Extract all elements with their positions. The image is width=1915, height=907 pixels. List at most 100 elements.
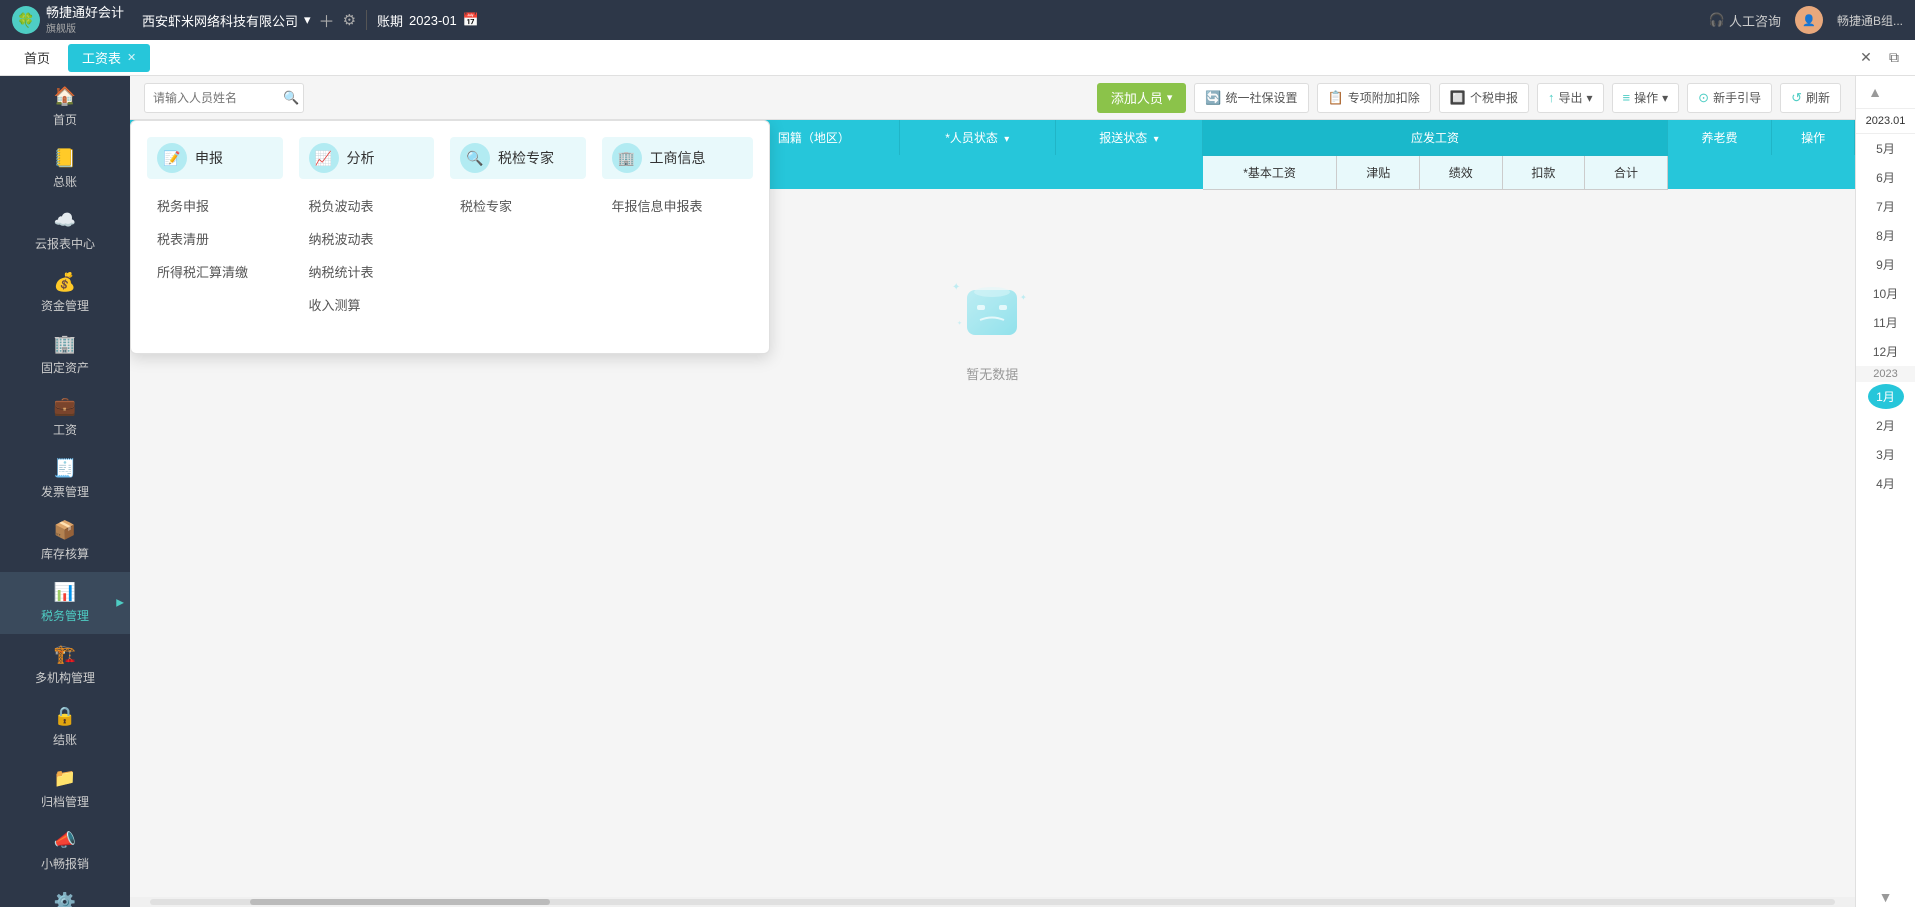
social-insurance-btn[interactable]: 🔄 统一社保设置 [1194, 83, 1308, 113]
calendar-month-9[interactable]: 9月 [1856, 250, 1915, 279]
calendar-month-7[interactable]: 7月 [1856, 192, 1915, 221]
sidebar-item-tax[interactable]: 📊 税务管理 ▶ [0, 572, 130, 634]
calendar-header: ▲ [1856, 76, 1915, 109]
tab-salary[interactable]: 工资表 ✕ [68, 44, 150, 72]
company-selector[interactable]: 西安虾米网络科技有限公司 ▾ [142, 11, 311, 30]
sidebar-item-salary[interactable]: 💼 工资 [0, 386, 130, 448]
export-icon: ↑ [1548, 90, 1555, 105]
th-total: 合计 [1585, 155, 1668, 189]
toolbar: 🔍 添加人员 ▾ 🔄 统一社保设置 📋 专项附加扣除 🔲 个税申报 [130, 76, 1855, 120]
calendar-month-5[interactable]: 5月 [1856, 134, 1915, 163]
bottom-scrollbar[interactable] [130, 897, 1855, 907]
table-wrap: 工号 *姓名 ⇅ *部门 *证据类型 *证据号码 [130, 120, 1855, 897]
tax-declare-btn[interactable]: 🔲 个税申报 [1439, 83, 1529, 113]
bizinfo-category-icon: 🏢 [612, 143, 642, 173]
sidebar-item-marketing[interactable]: 📣 小畅报销 [0, 820, 130, 882]
calendar-month-11[interactable]: 11月 [1856, 308, 1915, 337]
guide-btn[interactable]: ⊙ 新手引导 [1687, 83, 1772, 113]
search-icon: 🔍 [283, 90, 299, 106]
calendar-month-8[interactable]: 8月 [1856, 221, 1915, 250]
menu-item-income-tax[interactable]: 所得税汇算清缴 [147, 255, 283, 288]
th-personnel-status[interactable]: *人员状态 ▾ [899, 120, 1055, 155]
settings-icon[interactable]: ⚙ [343, 11, 356, 29]
report-filter-icon: ▾ [1154, 134, 1159, 145]
declare-category-title: 申报 [195, 148, 223, 168]
calendar-down-btn[interactable]: ▼ [1871, 887, 1901, 907]
company-dropdown-icon[interactable]: ▾ [304, 12, 311, 28]
social-btn-label: 统一社保设置 [1226, 89, 1298, 106]
marketing-icon: 📣 [54, 830, 76, 851]
dropdown-category-analysis: 📈 分析 税负波动表 纳税波动表 纳税统计表 收入测算 [299, 137, 451, 337]
sidebar-item-archive[interactable]: 📁 归档管理 [0, 758, 130, 820]
dropdown-category-bizinfo: 🏢 工商信息 年报信息申报表 [602, 137, 754, 337]
service-label: 人工咨询 [1729, 11, 1781, 30]
calendar-up-btn[interactable]: ▲ [1860, 82, 1890, 102]
category-header-expert: 🔍 税检专家 [450, 137, 586, 179]
menu-item-tax-wave[interactable]: 纳税波动表 [299, 222, 435, 255]
sidebar-item-cloud[interactable]: ☁️ 云报表中心 [0, 200, 130, 262]
export-btn[interactable]: ↑ 导出 ▾ [1537, 83, 1604, 113]
menu-item-tax-declare[interactable]: 税务申报 [147, 189, 283, 222]
add-person-button[interactable]: 添加人员 ▾ [1097, 83, 1187, 113]
sidebar-item-ledger[interactable]: 📒 总账 [0, 138, 130, 200]
guide-btn-label: 新手引导 [1713, 89, 1761, 106]
refresh-btn[interactable]: ↺ 刷新 [1780, 83, 1841, 113]
tab-close-icon[interactable]: ✕ [127, 51, 136, 64]
sidebar-item-inventory[interactable]: 📦 库存核算 [0, 510, 130, 572]
svg-text:✦: ✦ [957, 320, 962, 327]
svg-text:✦: ✦ [1020, 293, 1027, 302]
menu-item-annual-report[interactable]: 年报信息申报表 [602, 189, 754, 222]
th-payable-wage: 应发工资 [1203, 120, 1668, 155]
menu-item-tax-table[interactable]: 税表清册 [147, 222, 283, 255]
tab-home[interactable]: 首页 [10, 44, 64, 72]
th-performance: 绩效 [1420, 155, 1503, 189]
calendar-month-2[interactable]: 2月 [1856, 411, 1915, 440]
content-area: 🔍 添加人员 ▾ 🔄 统一社保设置 📋 专项附加扣除 🔲 个税申报 [130, 76, 1855, 907]
tax-btn-label: 个税申报 [1470, 89, 1518, 106]
user-name[interactable]: 畅捷通B组... [1837, 12, 1903, 29]
operate-btn[interactable]: ≡ 操作 ▾ [1612, 83, 1680, 113]
menu-item-income-estimate[interactable]: 收入测算 [299, 288, 435, 321]
inventory-icon: 📦 [54, 520, 76, 541]
win-close-btn[interactable]: ✕ [1855, 47, 1877, 69]
scroll-thumb[interactable] [250, 899, 550, 905]
calendar-month-1[interactable]: 1月 [1868, 384, 1904, 409]
win-restore-btn[interactable]: ⧉ [1883, 47, 1905, 69]
menu-item-tax-burden[interactable]: 税负波动表 [299, 189, 435, 222]
th-pension: 养老费 [1667, 120, 1772, 155]
calendar-month-3[interactable]: 3月 [1856, 440, 1915, 469]
main-layout: 🏠 首页 📒 总账 ☁️ 云报表中心 💰 资金管理 🏢 固定资产 💼 工资 🧾 … [0, 76, 1915, 907]
calendar-icon[interactable]: 📅 [463, 12, 479, 28]
fund-icon: 💰 [54, 272, 76, 293]
sidebar-item-basic[interactable]: ⚙️ 基础设置 [0, 882, 130, 907]
svg-text:✦: ✦ [952, 282, 960, 293]
sidebar-item-home[interactable]: 🏠 首页 [0, 76, 130, 138]
special-deduction-btn[interactable]: 📋 专项附加扣除 [1317, 83, 1431, 113]
calendar-month-12[interactable]: 12月 [1856, 337, 1915, 366]
toolbar-right: 添加人员 ▾ 🔄 统一社保设置 📋 专项附加扣除 🔲 个税申报 ↑ 导 [1097, 83, 1841, 113]
analysis-category-title: 分析 [347, 148, 375, 168]
salary-tab-label: 工资表 [82, 48, 121, 67]
sidebar-item-asset[interactable]: 🏢 固定资产 [0, 324, 130, 386]
sidebar-item-multi[interactable]: 🏗️ 多机构管理 [0, 634, 130, 696]
add-company-btn[interactable]: ＋ [319, 8, 335, 32]
salary-icon: 💼 [54, 396, 76, 417]
export-btn-label: 导出 [1558, 89, 1582, 106]
sidebar-item-fund[interactable]: 💰 资金管理 [0, 262, 130, 324]
search-input[interactable] [153, 91, 283, 105]
calendar-month-4[interactable]: 4月 [1856, 469, 1915, 498]
calendar-month-10[interactable]: 10月 [1856, 279, 1915, 308]
invoice-icon: 🧾 [54, 458, 76, 479]
home-tab-label: 首页 [24, 48, 50, 67]
header-right: 🎧 人工咨询 👤 畅捷通B组... [1709, 6, 1903, 34]
menu-item-tax-expert[interactable]: 税检专家 [450, 189, 586, 222]
dropdown-category-expert: 🔍 税检专家 税检专家 [450, 137, 602, 337]
headphone-icon: 🎧 [1709, 12, 1725, 28]
menu-item-tax-stats[interactable]: 纳税统计表 [299, 255, 435, 288]
service-button[interactable]: 🎧 人工咨询 [1709, 11, 1781, 30]
th-report-status[interactable]: 报送状态 ▾ [1055, 120, 1202, 155]
sidebar-item-closing[interactable]: 🔒 结账 [0, 696, 130, 758]
category-header-bizinfo: 🏢 工商信息 [602, 137, 754, 179]
sidebar-item-invoice[interactable]: 🧾 发票管理 [0, 448, 130, 510]
calendar-month-6[interactable]: 6月 [1856, 163, 1915, 192]
